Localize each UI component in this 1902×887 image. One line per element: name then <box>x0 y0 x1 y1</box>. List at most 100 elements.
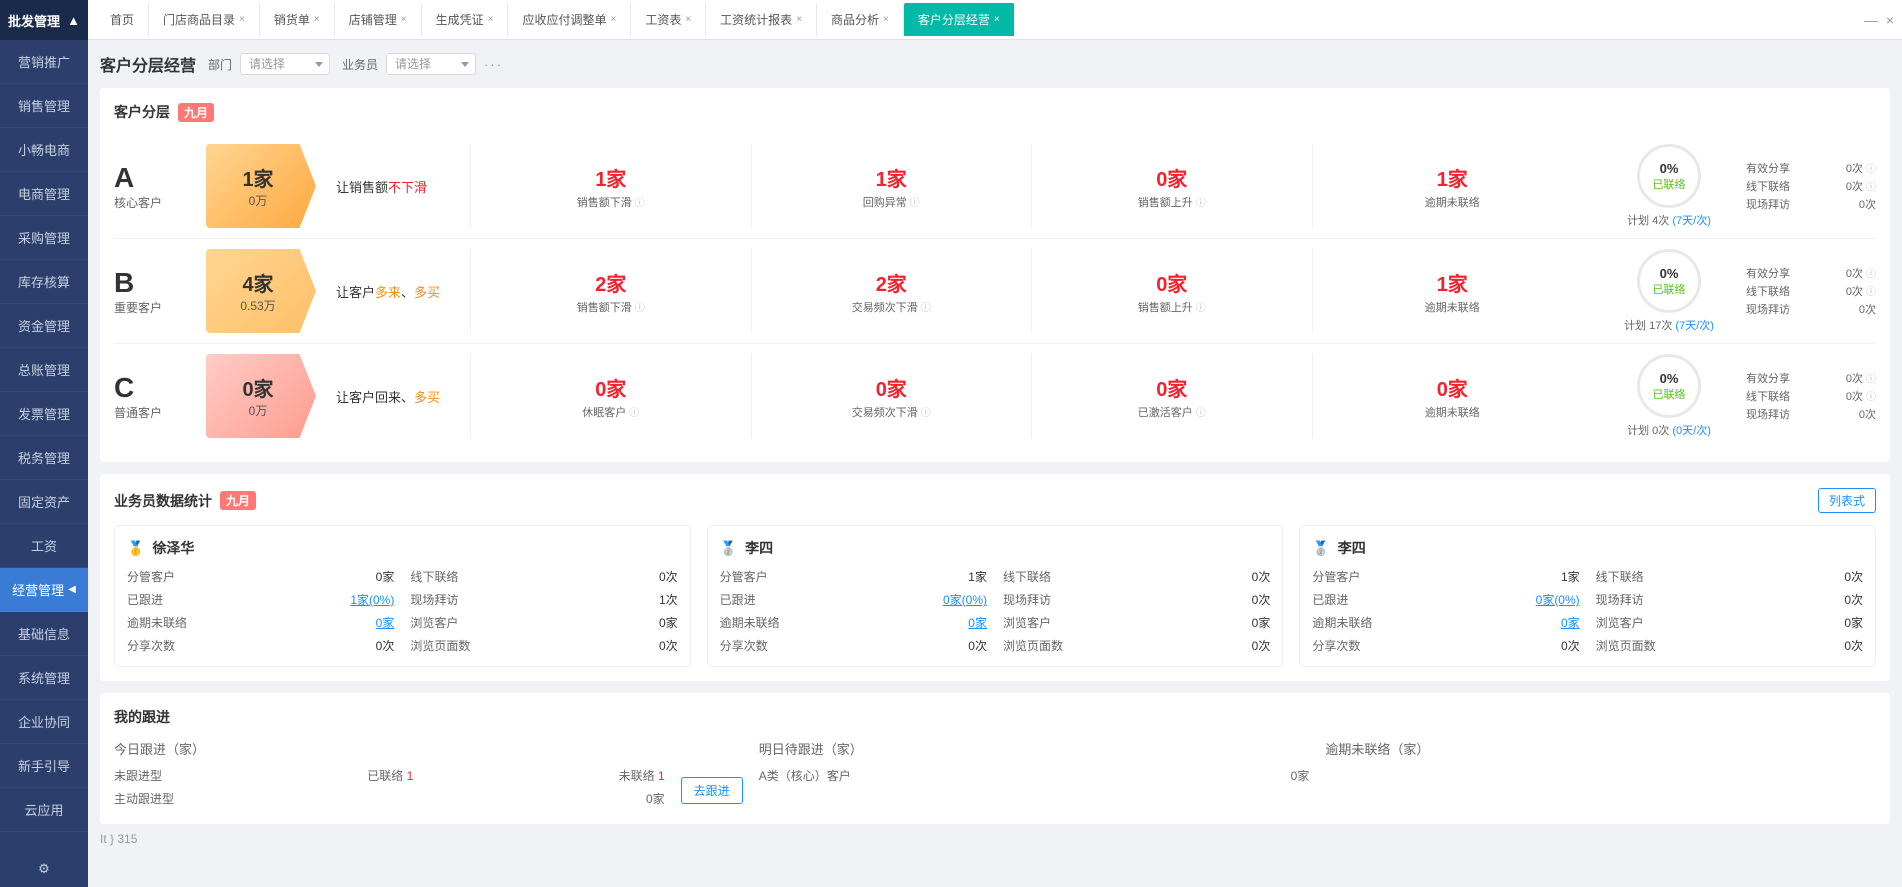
biz-badge: 九月 <box>220 491 256 510</box>
sidebar-item-云应用[interactable]: 云应用 <box>0 788 88 832</box>
goto-followup-btn-col: 去跟进 <box>681 739 743 804</box>
tab-应收应付调整单[interactable]: 应收应付调整单 × <box>508 3 631 36</box>
medal-silver-icon-2: 🥈 <box>1312 540 1329 557</box>
followup-section: 我的跟进 今日跟进（家） 未跟进型 已联络 1 未联络 1 主动跟进型 0家 <box>100 693 1890 824</box>
plan-link-c[interactable]: (0天/次) <box>1672 425 1711 437</box>
sidebar-item-企业协同[interactable]: 企业协同 <box>0 700 88 744</box>
close-icon[interactable]: × <box>314 14 320 25</box>
close-icon[interactable]: × <box>796 14 802 25</box>
tab-首页[interactable]: 首页 <box>96 3 149 36</box>
metric-c-4: 0家 逾期未联络 <box>1312 354 1593 438</box>
plan-link-b[interactable]: (7天/次) <box>1675 320 1714 332</box>
tier-suggestion-b: 让客户多来、多买 <box>328 249 458 333</box>
window-minimize-icon[interactable]: — <box>1864 12 1878 28</box>
tier-extra-b: 有效分享0次 ⓘ 线下联络0次 ⓘ 现场拜访0次 <box>1746 249 1876 333</box>
close-icon[interactable]: × <box>883 14 889 25</box>
sidebar-item-电商管理[interactable]: 电商管理 <box>0 172 88 216</box>
staff-header-1: 🥈 李四 <box>720 538 1271 558</box>
bottom-text: It } 315 <box>100 824 1890 854</box>
tab-门店商品目录[interactable]: 门店商品目录 × <box>149 3 260 36</box>
dept-label: 部门 <box>208 56 232 73</box>
sidebar-item-营销推广[interactable]: 营销推广 <box>0 40 88 84</box>
close-icon[interactable]: × <box>994 14 1000 25</box>
overdue-col-title: 逾期未联络（家） <box>1325 739 1876 758</box>
sidebar-toggle-icon[interactable]: ▲ <box>67 13 80 28</box>
tab-店铺管理[interactable]: 店铺管理 × <box>335 3 422 36</box>
page-title: 客户分层经营 <box>100 52 196 76</box>
biz-header: 业务员数据统计 九月 列表式 <box>114 488 1876 513</box>
tier-metrics-c: 0家 休眠客户 ⓘ 0家 交易频次下滑 ⓘ 0家 已激活客户 ⓘ 0家 逾期未联… <box>470 354 1592 438</box>
sidebar-logo: 批发管理 ▲ <box>0 0 88 40</box>
dept-select[interactable]: 请选择 <box>240 53 330 75</box>
tier-count-a: 1家 0万 <box>206 144 316 228</box>
tab-商品分析[interactable]: 商品分析 × <box>817 3 904 36</box>
more-options-icon[interactable]: ··· <box>484 57 503 72</box>
metric-a-4: 1家 逾期未联络 <box>1312 144 1593 228</box>
sidebar-logo-text: 批发管理 <box>8 11 60 30</box>
tier-label-b: B 重要客户 <box>114 249 194 333</box>
customer-tier-section: 客户分层 九月 A 核心客户 1家 0万 让销售额不下滑 1家 <box>100 88 1890 462</box>
tab-bar: 首页 门店商品目录 × 销货单 × 店铺管理 × 生成凭证 × 应收应付调整单 … <box>88 0 1902 40</box>
sidebar-item-小畅电商[interactable]: 小畅电商 <box>0 128 88 172</box>
sidebar-item-工资[interactable]: 工资 <box>0 524 88 568</box>
staff-name-0: 徐泽华 <box>152 538 194 558</box>
staff-filter-group: 业务员 请选择 ··· <box>342 53 503 75</box>
biz-stats-section: 业务员数据统计 九月 列表式 🥇 徐泽华 分管客户0家 线下联络0次 已跟进1家… <box>100 474 1890 681</box>
sidebar-item-采购管理[interactable]: 采购管理 <box>0 216 88 260</box>
tab-工资统计报表[interactable]: 工资统计报表 × <box>706 3 817 36</box>
window-close-icon[interactable]: × <box>1886 12 1894 28</box>
staff-name-2: 李四 <box>1338 538 1366 558</box>
sidebar-item-经营管理[interactable]: 经营管理◀ <box>0 568 88 612</box>
staff-header-2: 🥈 李四 <box>1312 538 1863 558</box>
close-icon[interactable]: × <box>488 14 494 25</box>
close-icon[interactable]: × <box>610 14 616 25</box>
close-icon[interactable]: × <box>685 14 691 25</box>
metric-b-4: 1家 逾期未联络 <box>1312 249 1593 333</box>
sidebar-item-销售管理[interactable]: 销售管理 <box>0 84 88 128</box>
tier-row-a: A 核心客户 1家 0万 让销售额不下滑 1家 销售额下滑 ⓘ 1家 <box>114 134 1876 239</box>
close-icon[interactable]: × <box>401 14 407 25</box>
tab-actions: — × <box>1864 12 1894 28</box>
sidebar-item-基础信息[interactable]: 基础信息 <box>0 612 88 656</box>
sidebar-item-发票管理[interactable]: 发票管理 <box>0 392 88 436</box>
sidebar-item-库存核算[interactable]: 库存核算 <box>0 260 88 304</box>
list-view-button[interactable]: 列表式 <box>1818 488 1876 513</box>
tier-metrics-b: 2家 销售额下滑 ⓘ 2家 交易频次下滑 ⓘ 0家 销售额上升 ⓘ 1家 逾期未… <box>470 249 1592 333</box>
content-area: 客户分层经营 部门 请选择 业务员 请选择 ··· 客户分层 九月 <box>88 40 1902 887</box>
metric-a-1: 1家 销售额下滑 ⓘ <box>470 144 751 228</box>
main-area: 首页 门店商品目录 × 销货单 × 店铺管理 × 生成凭证 × 应收应付调整单 … <box>88 0 1902 887</box>
tier-metrics-a: 1家 销售额下滑 ⓘ 1家 回购异常 ⓘ 0家 销售额上升 ⓘ 1家 逾期未联络 <box>470 144 1592 228</box>
metric-c-3: 0家 已激活客户 ⓘ <box>1031 354 1312 438</box>
tier-contact-c: 0% 已联络 计划 0次 (0天/次) <box>1604 354 1734 438</box>
metric-c-1: 0家 休眠客户 ⓘ <box>470 354 751 438</box>
biz-title: 业务员数据统计 九月 <box>114 491 256 511</box>
dept-filter-group: 部门 请选择 <box>208 53 330 75</box>
sidebar-item-资金管理[interactable]: 资金管理 <box>0 304 88 348</box>
tab-工资表[interactable]: 工资表 × <box>631 3 706 36</box>
sidebar-item-固定资产[interactable]: 固定资产 <box>0 480 88 524</box>
page-header: 客户分层经营 部门 请选择 业务员 请选择 ··· <box>100 52 1890 76</box>
plan-link-a[interactable]: (7天/次) <box>1672 215 1711 227</box>
gear-button[interactable]: ⚙ <box>0 851 88 887</box>
sidebar-item-总账管理[interactable]: 总账管理 <box>0 348 88 392</box>
metric-a-2: 1家 回购异常 ⓘ <box>751 144 1032 228</box>
tier-count-c: 0家 0万 <box>206 354 316 438</box>
followup-today-col: 今日跟进（家） 未跟进型 已联络 1 未联络 1 主动跟进型 0家 <box>114 739 665 810</box>
sidebar: 批发管理 ▲ 营销推广 销售管理 小畅电商 电商管理 采购管理 库存核算 资金管… <box>0 0 88 887</box>
sidebar-item-新手引导[interactable]: 新手引导 <box>0 744 88 788</box>
metric-b-3: 0家 销售额上升 ⓘ <box>1031 249 1312 333</box>
tab-生成凭证[interactable]: 生成凭证 × <box>422 3 509 36</box>
close-icon[interactable]: × <box>239 14 245 25</box>
tab-客户分层经营[interactable]: 客户分层经营 × <box>904 3 1015 36</box>
tier-label-a: A 核心客户 <box>114 144 194 228</box>
staff-name-1: 李四 <box>745 538 773 558</box>
staff-card-0: 🥇 徐泽华 分管客户0家 线下联络0次 已跟进1家(0%) 现场拜访1次 逾期未… <box>114 525 691 667</box>
staff-select[interactable]: 请选择 <box>386 53 476 75</box>
medal-silver-icon-1: 🥈 <box>720 540 737 557</box>
sidebar-item-税务管理[interactable]: 税务管理 <box>0 436 88 480</box>
medal-gold-icon: 🥇 <box>127 540 144 557</box>
sidebar-item-系统管理[interactable]: 系统管理 <box>0 656 88 700</box>
tier-section-title: 客户分层 九月 <box>114 102 1876 122</box>
goto-followup-button[interactable]: 去跟进 <box>681 777 743 804</box>
tab-销货单[interactable]: 销货单 × <box>260 3 335 36</box>
